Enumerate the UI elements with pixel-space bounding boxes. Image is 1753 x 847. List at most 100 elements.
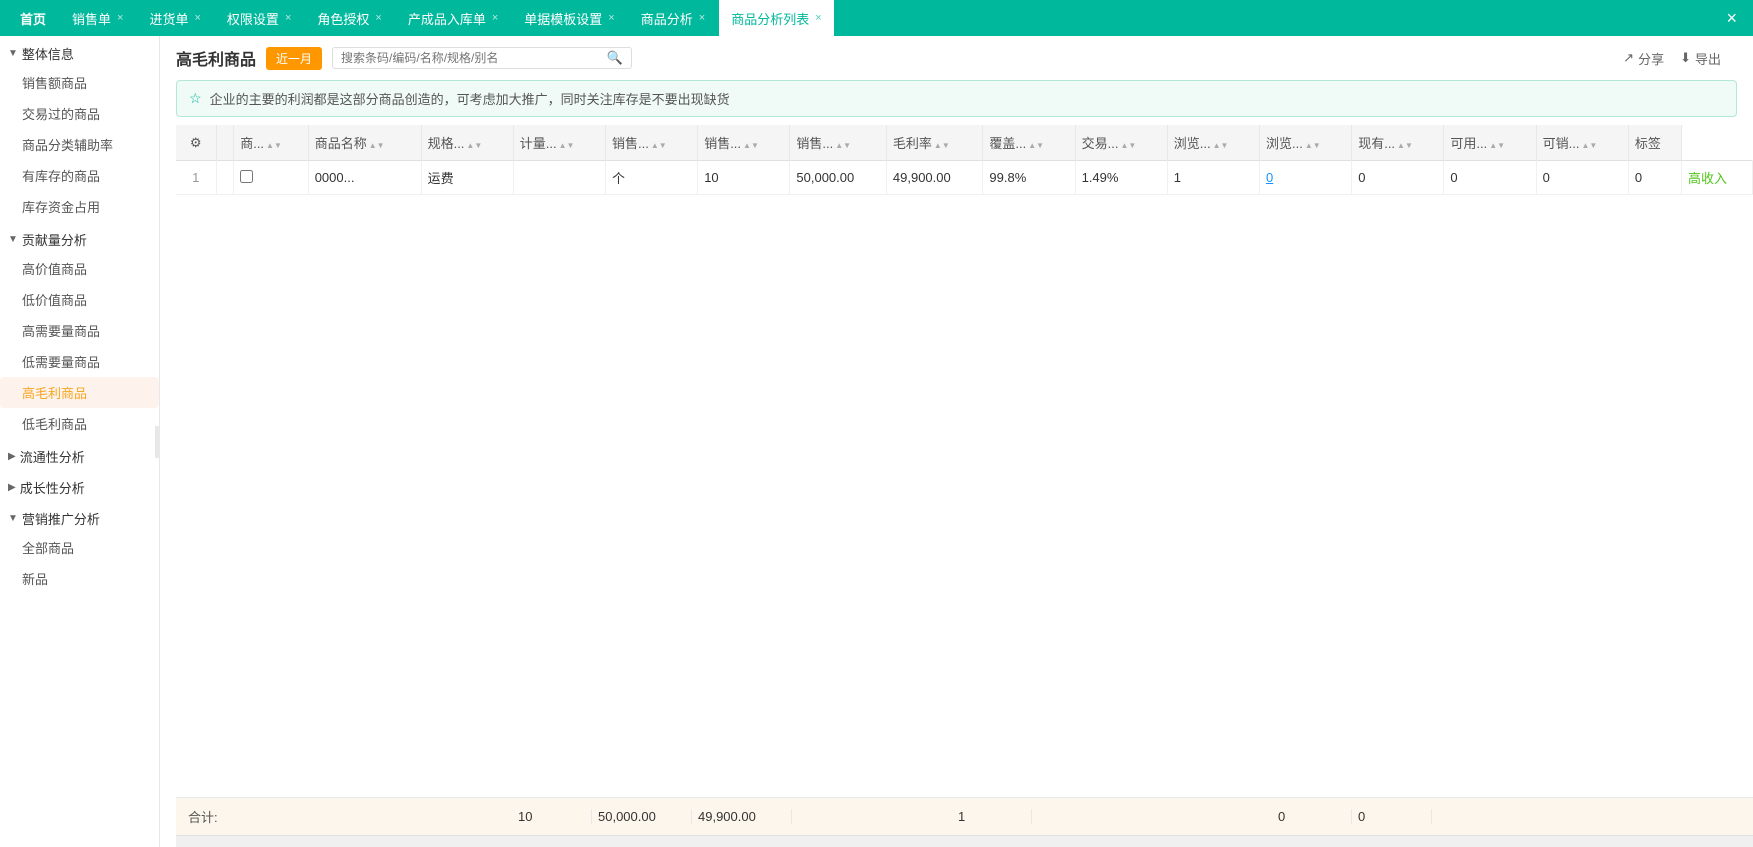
content-header: 高毛利商品 近一月 🔍 ↗ 分享 ⬇ 导出: [176, 36, 1753, 80]
sidebar-item-all-products[interactable]: 全部商品: [0, 532, 159, 563]
sidebar-section-growth-analysis[interactable]: ▶成长性分析: [0, 470, 159, 501]
col-header-coverage[interactable]: 覆盖...▲▼: [983, 125, 1075, 161]
sidebar-section-flow-analysis[interactable]: ▶流通性分析: [0, 439, 159, 470]
cell-transactions: 1: [1167, 161, 1259, 195]
cell-sales-qty: 10: [698, 161, 790, 195]
sidebar-item-product-analysis-assist[interactable]: 商品分类辅助率: [0, 129, 159, 160]
cell-sellable: 0: [1628, 161, 1681, 195]
sidebar-item-high-margin[interactable]: 高毛利商品: [0, 377, 159, 408]
close-tab-icon[interactable]: ×: [608, 12, 614, 24]
sort-icons: ▲▼: [835, 141, 851, 150]
section-arrow-icon: ▼: [8, 513, 18, 524]
col-header-sellable[interactable]: 可销...▲▼: [1536, 125, 1628, 161]
search-input[interactable]: [341, 51, 601, 65]
sidebar-item-new-products[interactable]: 新品: [0, 563, 159, 594]
close-tab-icon[interactable]: ×: [285, 12, 291, 24]
nav-tab-home[interactable]: 首页: [8, 0, 58, 36]
footer-sales-amount: 50,000.00: [592, 809, 692, 824]
sidebar-section-marketing-analysis[interactable]: ▼营销推广分析: [0, 501, 159, 532]
col-header-transactions[interactable]: 交易...▲▼: [1075, 125, 1167, 161]
nav-tab-label: 商品分析列表: [731, 9, 809, 28]
sort-icons: ▲▼: [1028, 141, 1044, 150]
close-tab-icon[interactable]: ×: [815, 12, 821, 24]
sidebar-item-traded-products[interactable]: 交易过的商品: [0, 98, 159, 129]
table-row: 10000...运费个1050,000.0049,900.0099.8%1.49…: [176, 161, 1753, 195]
share-button[interactable]: ↗ 分享: [1623, 49, 1664, 68]
sidebar-item-products-in-stock[interactable]: 有库存的商品: [0, 160, 159, 191]
nav-tab-role-permission[interactable]: 角色授权 ×: [305, 0, 393, 36]
nav-tab-label: 单据模板设置: [524, 9, 602, 28]
nav-tab-sales-order[interactable]: 销售单×: [60, 0, 135, 36]
main-layout: « ▼整体信息销售额商品交易过的商品商品分类辅助率有库存的商品库存资金占用▼贡献…: [0, 36, 1753, 847]
table-wrapper: ⚙商...▲▼商品名称▲▼规格...▲▼计量...▲▼销售...▲▼销售...▲…: [176, 125, 1753, 797]
nav-tab-label: 角色授权: [317, 9, 369, 28]
cell-current-stock: 0: [1444, 161, 1536, 195]
cell-browse1: 0: [1260, 161, 1352, 195]
info-icon: ☆: [189, 90, 202, 107]
horizontal-scrollbar[interactable]: [176, 835, 1753, 847]
search-box: 🔍: [332, 47, 632, 69]
nav-tab-product-stock[interactable]: 产成品入库单×: [396, 0, 510, 36]
col-header-sales-qty[interactable]: 销售...▲▼: [605, 125, 697, 161]
footer-cells: 10 50,000.00 49,900.00 1 0 0: [232, 809, 1753, 824]
col-header-code[interactable]: 商...▲▼: [234, 125, 309, 161]
sidebar-item-high-value[interactable]: 高价值商品: [0, 253, 159, 284]
close-all-tabs-button[interactable]: ×: [1718, 8, 1745, 29]
nav-tab-label: 权限设置: [227, 9, 279, 28]
sidebar-section-overall-info[interactable]: ▼ 整体信息: [0, 36, 159, 67]
products-table: ⚙商...▲▼商品名称▲▼规格...▲▼计量...▲▼销售...▲▼销售...▲…: [176, 125, 1753, 195]
export-button[interactable]: ⬇ 导出: [1680, 49, 1721, 68]
close-tab-icon[interactable]: ×: [699, 12, 705, 24]
sort-icons: ▲▼: [1120, 141, 1136, 150]
nav-tab-order-template[interactable]: 单据模板设置 ×: [512, 0, 626, 36]
col-header-spec[interactable]: 规格...▲▼: [421, 125, 513, 161]
close-tab-icon[interactable]: ×: [194, 12, 200, 24]
cell-sales-cost: 49,900.00: [886, 161, 983, 195]
col-header-browse2[interactable]: 浏览...▲▼: [1260, 125, 1352, 161]
sort-icons: ▲▼: [934, 141, 950, 150]
col-header-name[interactable]: 商品名称▲▼: [308, 125, 421, 161]
sidebar-item-low-margin[interactable]: 低毛利商品: [0, 408, 159, 439]
cell-sales-amount: 50,000.00: [790, 161, 887, 195]
close-tab-icon[interactable]: ×: [375, 12, 381, 24]
col-header-sales-amount[interactable]: 销售...▲▼: [698, 125, 790, 161]
sidebar-item-low-value[interactable]: 低价值商品: [0, 284, 159, 315]
cell-name: 运费: [421, 161, 513, 195]
cell-code: 0000...: [308, 161, 421, 195]
sidebar-item-stock-capital-ratio[interactable]: 库存资金占用: [0, 191, 159, 222]
footer-total-row: 合计: 10 50,000.00 49,900.00 1 0 0: [176, 797, 1753, 835]
nav-tab-permission-settings[interactable]: 权限设置 ×: [215, 0, 303, 36]
col-header-sales-cost[interactable]: 销售...▲▼: [790, 125, 887, 161]
browse1-link[interactable]: 0: [1266, 170, 1273, 185]
col-header-available[interactable]: 可用...▲▼: [1444, 125, 1536, 161]
filter-month-button[interactable]: 近一月: [266, 47, 322, 70]
row-checkbox[interactable]: [240, 170, 253, 183]
cell-spec: [513, 161, 605, 195]
nav-tab-purchase-order[interactable]: 进货单×: [137, 0, 212, 36]
sidebar-item-low-demand[interactable]: 低需要量商品: [0, 346, 159, 377]
nav-tab-product-analysis[interactable]: 商品分析×: [629, 0, 717, 36]
export-icon: ⬇: [1680, 50, 1691, 66]
col-header-unit[interactable]: 计量...▲▼: [513, 125, 605, 161]
header-actions: ↗ 分享 ⬇ 导出: [1623, 49, 1737, 68]
col-header-gross-margin[interactable]: 毛利率▲▼: [886, 125, 983, 161]
sort-icons: ▲▼: [466, 141, 482, 150]
sidebar-item-high-demand[interactable]: 高需要量商品: [0, 315, 159, 346]
nav-tab-product-analysis-list[interactable]: 商品分析列表 ×: [719, 0, 833, 36]
close-tab-icon[interactable]: ×: [492, 12, 498, 24]
footer-transactions: 1: [952, 809, 1032, 824]
section-arrow-icon: ▼: [8, 48, 18, 59]
col-header-tag: 标签: [1628, 125, 1681, 161]
sidebar-item-sales-ranking[interactable]: 销售额商品: [0, 67, 159, 98]
sort-icons: ▲▼: [266, 141, 282, 150]
sidebar-collapse-button[interactable]: «: [155, 426, 160, 458]
section-label: 整体信息: [22, 44, 74, 63]
col-header-current-stock[interactable]: 现有...▲▼: [1352, 125, 1444, 161]
sidebar-section-treasure-analysis[interactable]: ▼贡献量分析: [0, 222, 159, 253]
footer-sales-qty: 10: [512, 809, 592, 824]
close-tab-icon[interactable]: ×: [117, 12, 123, 24]
col-header-browse1[interactable]: 浏览...▲▼: [1167, 125, 1259, 161]
section-label: 贡献量分析: [22, 230, 87, 249]
footer-total-label: 合计:: [176, 807, 232, 826]
cell-browse2: 0: [1352, 161, 1444, 195]
